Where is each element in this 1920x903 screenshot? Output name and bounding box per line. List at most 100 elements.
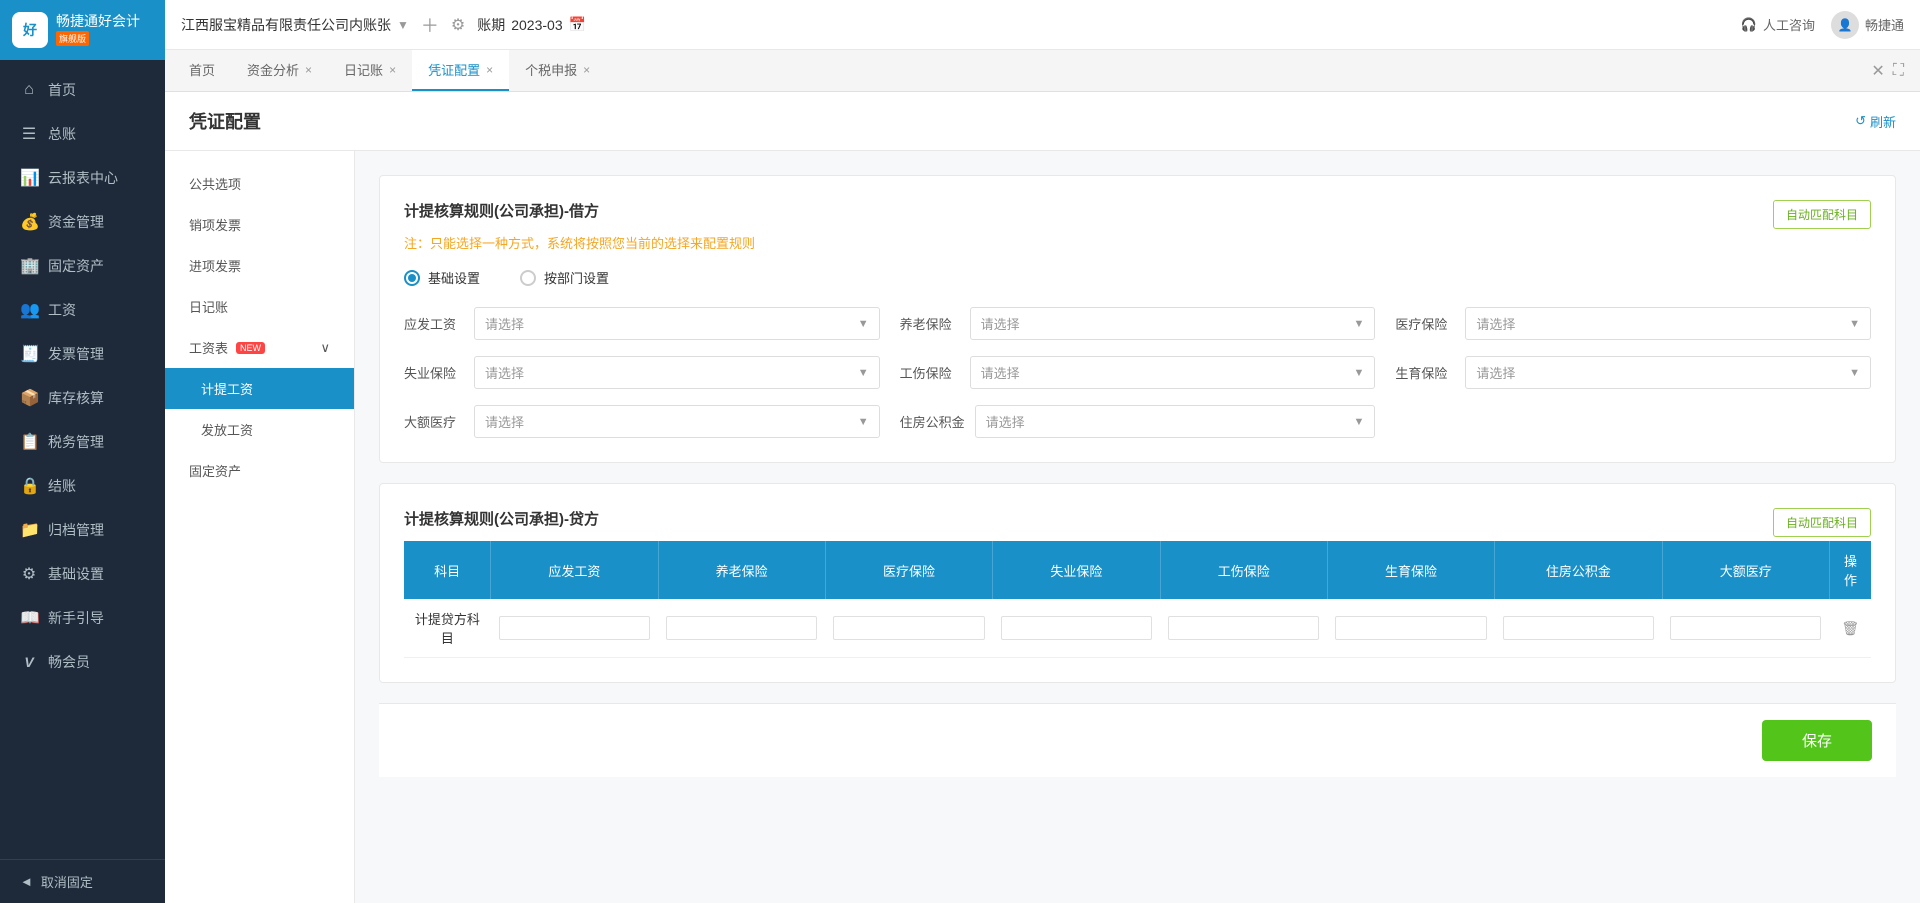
medical-select[interactable]: 请选择 ▼ [1465,307,1871,340]
logo-badge: 旗舰版 [56,31,89,46]
left-nav-pay-salary[interactable]: 发放工资 [165,409,354,450]
pension-label: 养老保险 [900,314,960,333]
period-value: 2023-03 [511,17,562,33]
guide-icon: 📖 [20,608,38,628]
sidebar-item-inventory[interactable]: 📦 库存核算 [0,376,165,420]
tab-voucher-config[interactable]: 凭证配置 × [412,50,509,91]
unemployment-label: 失业保险 [404,363,464,382]
chevron-down-icon: ▼ [1353,318,1364,330]
support-btn[interactable]: 🎧 人工咨询 [1741,15,1815,34]
tab-close-icon[interactable]: × [583,63,590,77]
maternity-select[interactable]: 请选择 ▼ [1465,356,1871,389]
input-major-medical[interactable] [1670,616,1821,640]
injury-select[interactable]: 请选择 ▼ [970,356,1376,389]
salary-icon: 👥 [20,300,38,320]
radio-dept[interactable]: 按部门设置 [520,268,609,287]
pension-select[interactable]: 请选择 ▼ [970,307,1376,340]
major-medical-select[interactable]: 请选择 ▼ [474,405,880,438]
sidebar-item-label: 畅会员 [48,652,90,672]
sidebar-item-salary[interactable]: 👥 工资 [0,288,165,332]
sidebar-item-assets[interactable]: 🏢 固定资产 [0,244,165,288]
chevron-down-icon: ▼ [858,367,869,379]
company-selector[interactable]: 江西服宝精品有限责任公司内账张 ▼ [181,15,409,35]
unpin-label: 取消固定 [41,872,93,891]
table-header-row: 科目 应发工资 养老保险 医疗保险 失业保险 工伤保险 生育保险 住房公积金 大… [404,541,1871,599]
tab-close-icon[interactable]: × [389,63,396,77]
user-menu[interactable]: 👤 畅捷通 [1831,11,1904,39]
expand-btn[interactable]: ⛶ [1893,62,1904,80]
tab-close-icon[interactable]: × [486,63,493,77]
input-maternity[interactable] [1335,616,1486,640]
sidebar-item-archive[interactable]: 📁 归档管理 [0,508,165,552]
credit-section-title: 计提核算规则(公司承担)-贷方 [404,508,1871,529]
input-unemployment[interactable] [1001,616,1152,640]
sidebar-item-reports[interactable]: 📊 云报表中心 [0,156,165,200]
auto-match-debit-btn[interactable]: 自动匹配科目 [1773,200,1871,229]
sidebar-item-funds[interactable]: 💰 资金管理 [0,200,165,244]
sidebar-unpin-btn[interactable]: ◄ 取消固定 [0,859,165,903]
sidebar-item-tax[interactable]: 📋 税务管理 [0,420,165,464]
sidebar-item-home[interactable]: ⌂ 首页 [0,68,165,112]
chevron-down-icon: ▼ [1353,416,1364,428]
input-housing[interactable] [1503,616,1654,640]
sidebar-item-close[interactable]: 🔒 结账 [0,464,165,508]
settings-btn[interactable]: ⚙ [451,15,465,35]
close-window-btn[interactable]: ✕ [1871,61,1884,81]
debit-section-title: 计提核算规则(公司承担)-借方 [404,200,1871,221]
left-nav-fixed-assets[interactable]: 固定资产 [165,450,354,491]
tab-journal[interactable]: 日记账 × [328,50,412,91]
left-nav: 公共选项 销项发票 进项发票 日记账 工资表 NEW ∨ 计提工资 发放工资 固… [165,151,355,903]
left-nav-accrual-salary[interactable]: 计提工资 [165,368,354,409]
refresh-icon: ↺ [1855,113,1866,129]
sidebar-item-settings[interactable]: ⚙ 基础设置 [0,552,165,596]
input-injury[interactable] [1168,616,1319,640]
assets-icon: 🏢 [20,256,38,276]
delete-row-btn[interactable]: 🗑 [1841,620,1859,636]
credit-table: 科目 应发工资 养老保险 医疗保险 失业保险 工伤保险 生育保险 住房公积金 大… [404,541,1871,658]
left-nav-journal[interactable]: 日记账 [165,286,354,327]
left-nav-sales-invoice[interactable]: 销项发票 [165,204,354,245]
gross-salary-select[interactable]: 请选择 ▼ [474,307,880,340]
left-nav-purchase-invoice[interactable]: 进项发票 [165,245,354,286]
add-company-btn[interactable]: ＋ [421,12,439,38]
sidebar-item-label: 云报表中心 [48,168,118,188]
tab-label: 首页 [189,60,215,79]
tabbar-actions: ✕ ⛶ [1871,50,1912,91]
input-gross[interactable] [499,616,650,640]
tab-funds[interactable]: 资金分析 × [231,50,328,91]
sidebar-item-guide[interactable]: 📖 新手引导 [0,596,165,640]
radio-dot [408,274,416,282]
save-button[interactable]: 保存 [1762,720,1872,761]
input-pension[interactable] [666,616,817,640]
sidebar-item-label: 新手引导 [48,608,104,628]
tab-tax[interactable]: 个税申报 × [509,50,606,91]
td-major-medical [1662,599,1829,658]
sidebar-item-label: 归档管理 [48,520,104,540]
maternity-placeholder: 请选择 [1476,363,1515,382]
sidebar-item-ledger[interactable]: ☰ 总账 [0,112,165,156]
inventory-icon: 📦 [20,388,38,408]
input-medical[interactable] [833,616,984,640]
td-gross [491,599,658,658]
tab-close-icon[interactable]: × [305,63,312,77]
debit-section: 计提核算规则(公司承担)-借方 注：只能选择一种方式，系统将按照您当前的选择来配… [379,175,1896,463]
sidebar-item-invoice[interactable]: 🧾 发票管理 [0,332,165,376]
sidebar-navigation: ⌂ 首页 ☰ 总账 📊 云报表中心 💰 资金管理 🏢 固定资产 👥 工资 🧾 发… [0,60,165,859]
refresh-btn[interactable]: ↺ 刷新 [1855,112,1896,131]
calendar-icon[interactable]: 📅 [569,16,586,33]
left-nav-public[interactable]: 公共选项 [165,163,354,204]
unemployment-select[interactable]: 请选择 ▼ [474,356,880,389]
left-nav-salary-table[interactable]: 工资表 NEW ∨ [165,327,354,368]
housing-fund-select[interactable]: 请选择 ▼ [975,405,1376,438]
sidebar-item-label: 库存核算 [48,388,104,408]
main-container: 江西服宝精品有限责任公司内账张 ▼ ＋ ⚙ 账期 2023-03 📅 🎧 人工咨… [165,0,1920,903]
sidebar-item-vip[interactable]: V 畅会员 [0,640,165,684]
radio-basic[interactable]: 基础设置 [404,268,480,287]
auto-match-credit-btn[interactable]: 自动匹配科目 [1773,508,1871,537]
radio-dept-label: 按部门设置 [544,268,609,287]
expand-arrow-icon: ∨ [320,340,330,356]
th-action: 操作 [1829,541,1871,599]
tab-home[interactable]: 首页 [173,50,231,91]
medical-label: 医疗保险 [1395,314,1455,333]
invoice-icon: 🧾 [20,344,38,364]
